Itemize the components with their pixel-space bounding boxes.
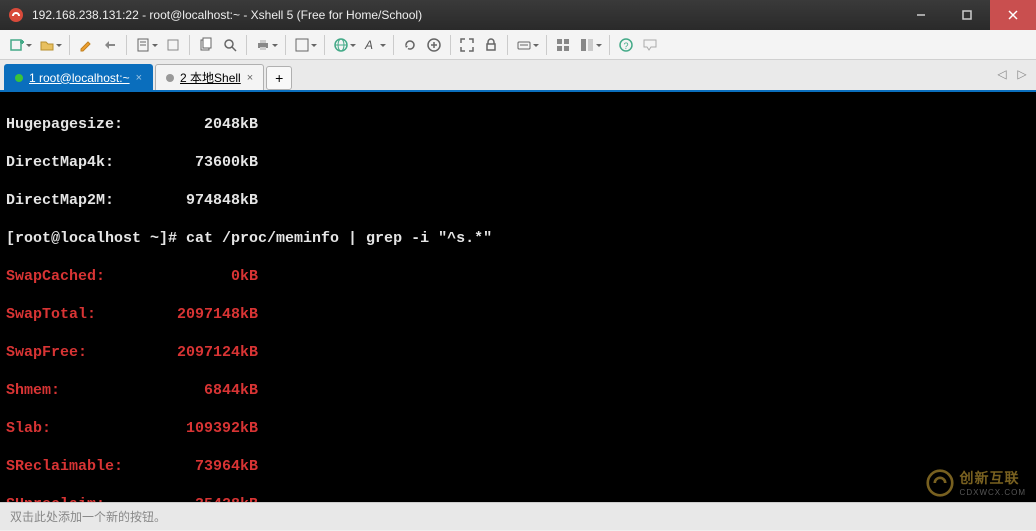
log-button[interactable] bbox=[162, 34, 184, 56]
separator bbox=[189, 35, 190, 55]
tab-close-icon[interactable]: × bbox=[136, 72, 142, 84]
status-dot-icon bbox=[15, 74, 23, 82]
meminfo-key: SwapCached: bbox=[6, 267, 150, 286]
meminfo-value: 73600 bbox=[150, 153, 240, 172]
new-session-button[interactable] bbox=[6, 34, 28, 56]
meminfo-value: 2097124 bbox=[150, 343, 240, 362]
tab-session-2[interactable]: 2 本地Shell × bbox=[155, 64, 264, 90]
meminfo-value: 6844 bbox=[150, 381, 240, 400]
meminfo-unit: kB bbox=[240, 343, 258, 362]
meminfo-key: SUnreclaim: bbox=[6, 495, 150, 502]
window-controls bbox=[898, 0, 1036, 30]
tab-nav: ◁ ▷ bbox=[994, 66, 1030, 82]
meminfo-key: SReclaimable: bbox=[6, 457, 150, 476]
separator bbox=[609, 35, 610, 55]
tab-prev-button[interactable]: ◁ bbox=[994, 66, 1010, 82]
tab-add-button[interactable]: + bbox=[266, 66, 292, 90]
meminfo-value: 2097148 bbox=[150, 305, 240, 324]
separator bbox=[450, 35, 451, 55]
tabbar: 1 root@localhost:~ × 2 本地Shell × + ◁ ▷ bbox=[0, 60, 1036, 90]
globe-button[interactable] bbox=[330, 34, 352, 56]
meminfo-value: 2048 bbox=[150, 115, 240, 134]
layout-button[interactable] bbox=[576, 34, 598, 56]
tooltip-button[interactable] bbox=[639, 34, 661, 56]
meminfo-unit: kB bbox=[240, 305, 258, 324]
meminfo-unit: kB bbox=[240, 191, 258, 210]
meminfo-key: Hugepagesize: bbox=[6, 115, 150, 134]
separator bbox=[546, 35, 547, 55]
font-style-button[interactable]: A bbox=[360, 34, 382, 56]
meminfo-value: 35428 bbox=[150, 495, 240, 502]
separator bbox=[126, 35, 127, 55]
separator bbox=[324, 35, 325, 55]
meminfo-value: 109392 bbox=[150, 419, 240, 438]
meminfo-unit: kB bbox=[240, 115, 258, 134]
disconnect-button[interactable] bbox=[99, 34, 121, 56]
meminfo-unit: kB bbox=[240, 495, 258, 502]
separator bbox=[393, 35, 394, 55]
status-text: 双击此处添加一个新的按钮。 bbox=[10, 508, 166, 525]
meminfo-key: DirectMap4k: bbox=[6, 153, 150, 172]
toolbar: A ? bbox=[0, 30, 1036, 60]
meminfo-value: 974848 bbox=[150, 191, 240, 210]
separator bbox=[507, 35, 508, 55]
tab-next-button[interactable]: ▷ bbox=[1014, 66, 1030, 82]
tiles-button[interactable] bbox=[552, 34, 574, 56]
terminal-frame: Hugepagesize: 2048 kB DirectMap4k: 73600… bbox=[0, 90, 1036, 502]
help-button[interactable]: ? bbox=[615, 34, 637, 56]
open-button[interactable] bbox=[36, 34, 58, 56]
meminfo-value: 0 bbox=[150, 267, 240, 286]
tab-close-icon[interactable]: × bbox=[247, 72, 253, 84]
meminfo-key: SwapTotal: bbox=[6, 305, 150, 324]
refresh-button[interactable] bbox=[399, 34, 421, 56]
transfer-button[interactable] bbox=[423, 34, 445, 56]
keyboard-button[interactable] bbox=[513, 34, 535, 56]
print-button[interactable] bbox=[252, 34, 274, 56]
tab-session-1[interactable]: 1 root@localhost:~ × bbox=[4, 64, 153, 90]
meminfo-unit: kB bbox=[240, 457, 258, 476]
highlight-button[interactable] bbox=[75, 34, 97, 56]
tab-label: 1 root@localhost:~ bbox=[29, 71, 130, 85]
meminfo-unit: kB bbox=[240, 153, 258, 172]
lock-button[interactable] bbox=[480, 34, 502, 56]
meminfo-key: DirectMap2M: bbox=[6, 191, 150, 210]
svg-text:A: A bbox=[364, 38, 373, 52]
copy-button[interactable] bbox=[195, 34, 217, 56]
meminfo-unit: kB bbox=[240, 381, 258, 400]
separator bbox=[246, 35, 247, 55]
app-icon bbox=[6, 5, 26, 25]
terminal[interactable]: Hugepagesize: 2048 kB DirectMap4k: 73600… bbox=[0, 92, 1036, 502]
tab-label: 2 本地Shell bbox=[180, 69, 241, 86]
shell-prompt-line: [root@localhost ~]# cat /proc/meminfo | … bbox=[6, 229, 492, 248]
window-title: 192.168.238.131:22 - root@localhost:~ - … bbox=[32, 8, 898, 22]
minimize-button[interactable] bbox=[898, 0, 944, 30]
meminfo-key: SwapFree: bbox=[6, 343, 150, 362]
fullscreen-button[interactable] bbox=[456, 34, 478, 56]
search-button[interactable] bbox=[219, 34, 241, 56]
meminfo-unit: kB bbox=[240, 267, 258, 286]
svg-text:?: ? bbox=[624, 41, 629, 51]
status-dot-icon bbox=[166, 74, 174, 82]
statusbar[interactable]: 双击此处添加一个新的按钮。 bbox=[0, 502, 1036, 530]
font-button[interactable] bbox=[291, 34, 313, 56]
meminfo-value: 73964 bbox=[150, 457, 240, 476]
meminfo-key: Shmem: bbox=[6, 381, 150, 400]
close-button[interactable] bbox=[990, 0, 1036, 30]
separator bbox=[285, 35, 286, 55]
separator bbox=[69, 35, 70, 55]
titlebar: 192.168.238.131:22 - root@localhost:~ - … bbox=[0, 0, 1036, 30]
meminfo-key: Slab: bbox=[6, 419, 150, 438]
maximize-button[interactable] bbox=[944, 0, 990, 30]
meminfo-unit: kB bbox=[240, 419, 258, 438]
properties-button[interactable] bbox=[132, 34, 154, 56]
